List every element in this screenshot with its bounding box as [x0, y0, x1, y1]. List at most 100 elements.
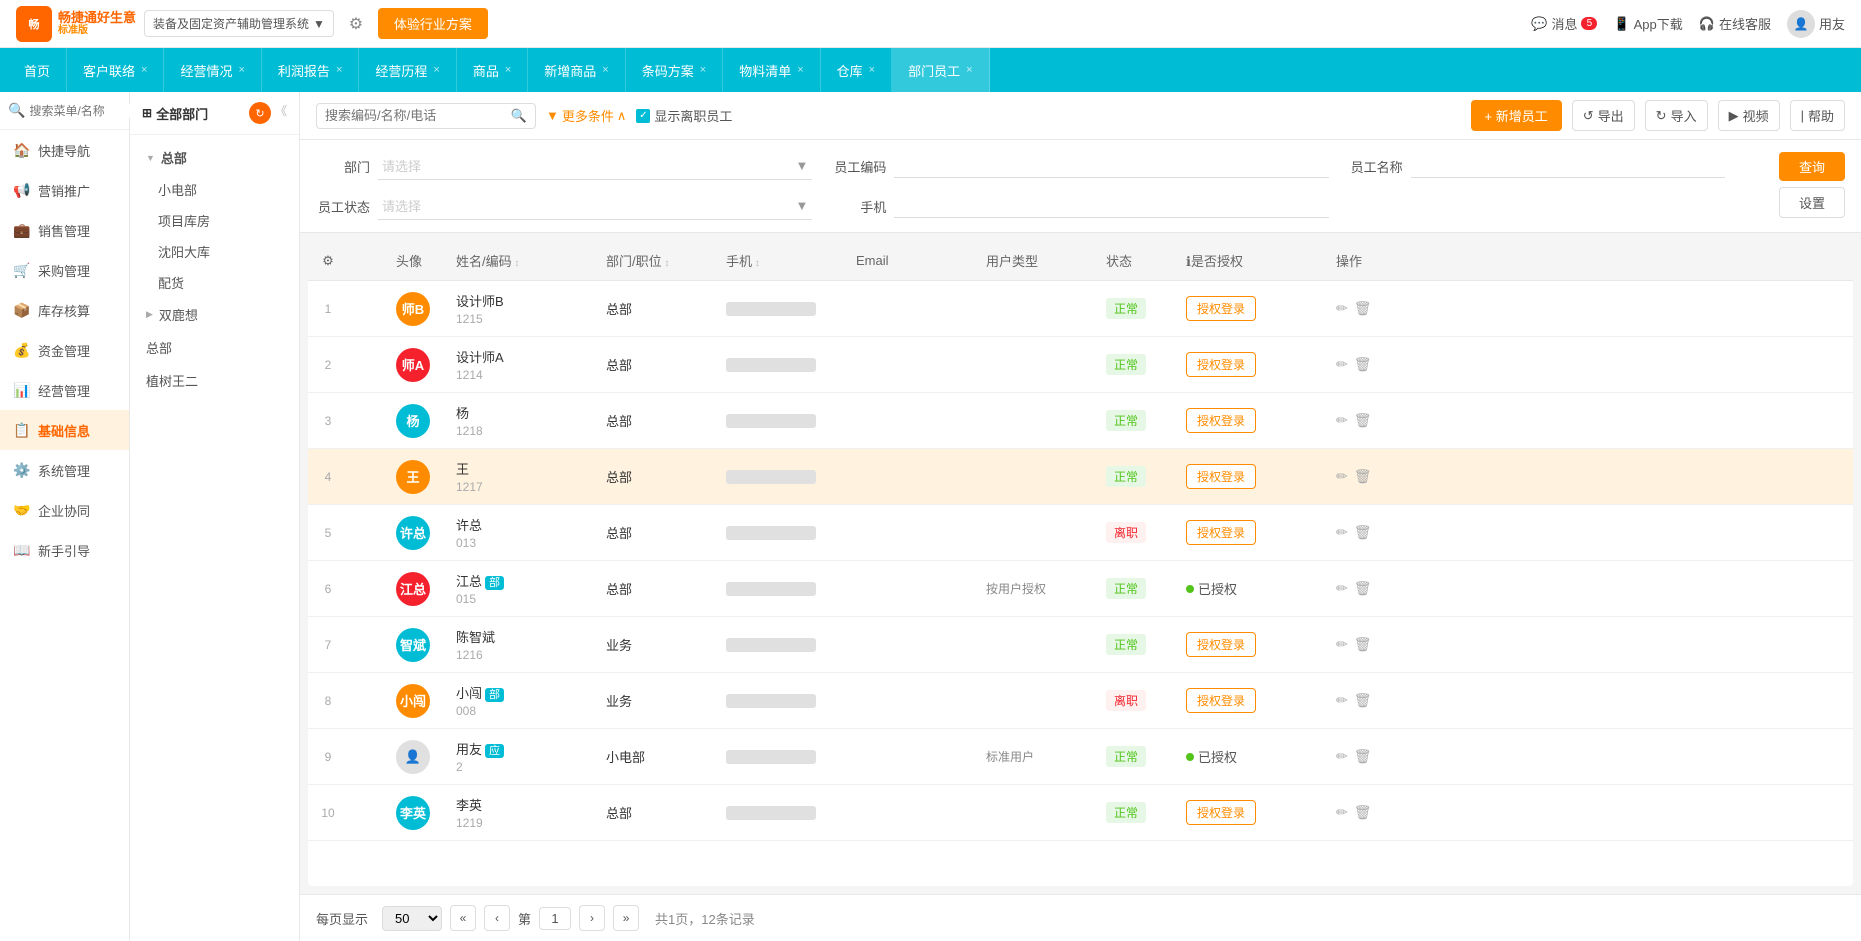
delete-btn[interactable]: 🗑 [1354, 412, 1372, 429]
dept-child-project[interactable]: 项目库房 [130, 205, 299, 236]
edit-btn[interactable]: ✏ [1336, 748, 1348, 765]
sidebar-item-guide[interactable]: 📖 新手引导 [0, 530, 129, 570]
edit-btn[interactable]: ✏ [1336, 804, 1348, 821]
col-phone[interactable]: 手机 [718, 241, 848, 281]
sidebar-item-operations[interactable]: 📊 经营管理 [0, 370, 129, 410]
edit-btn[interactable]: ✏ [1336, 636, 1348, 653]
sidebar-item-quick-nav[interactable]: 🏠 快捷导航 [0, 130, 129, 170]
sidebar-item-inventory[interactable]: 📦 库存核算 [0, 290, 129, 330]
tab-new-goods[interactable]: 新增商品× [528, 48, 625, 92]
edit-btn[interactable]: ✏ [1336, 356, 1348, 373]
dept-node-shuanglu[interactable]: 双鹿想 [130, 298, 299, 331]
import-button[interactable]: ↻ 导入 [1645, 100, 1708, 131]
tab-bom[interactable]: 物料清单× [723, 48, 820, 92]
per-page-select[interactable]: 50 20 100 [382, 906, 442, 931]
trial-button[interactable]: 体验行业方案 [378, 8, 488, 39]
dept-collapse-btn[interactable]: 《 [275, 102, 287, 124]
delete-btn[interactable]: 🗑 [1354, 804, 1372, 821]
tab-close-icon[interactable]: × [869, 64, 875, 76]
dept-node-zhishu[interactable]: 植树王二 [130, 364, 299, 397]
sidebar-item-collab[interactable]: 🤝 企业协同 [0, 490, 129, 530]
tab-customer[interactable]: 客户联络× [67, 48, 164, 92]
sidebar-item-sales[interactable]: 💼 销售管理 [0, 210, 129, 250]
search-input[interactable] [325, 108, 507, 123]
dept-child-peihuo[interactable]: 配货 [130, 267, 299, 298]
delete-btn[interactable]: 🗑 [1354, 356, 1372, 373]
auth-login-btn[interactable]: 授权登录 [1186, 800, 1256, 825]
dept-node-head2[interactable]: 总部 [130, 331, 299, 364]
export-button[interactable]: ↺ 导出 [1572, 100, 1635, 131]
tab-close-icon[interactable]: × [700, 64, 706, 76]
edit-btn[interactable]: ✏ [1336, 468, 1348, 485]
edit-btn[interactable]: ✏ [1336, 412, 1348, 429]
message-btn[interactable]: 💬 消息 5 [1531, 14, 1597, 33]
phone-input[interactable] [894, 194, 1328, 218]
delete-btn[interactable]: 🗑 [1354, 748, 1372, 765]
auth-login-btn[interactable]: 授权登录 [1186, 296, 1256, 321]
prev-page-btn[interactable]: ‹ [484, 905, 510, 931]
tab-close-icon[interactable]: × [966, 64, 972, 76]
app-download-btn[interactable]: 📱 App下载 [1613, 14, 1682, 33]
system-selector[interactable]: 装备及固定资产辅助管理系统 ▼ [144, 10, 334, 37]
auth-login-btn[interactable]: 授权登录 [1186, 632, 1256, 657]
tab-employees[interactable]: 部门员工× [892, 48, 989, 92]
tab-close-icon[interactable]: × [238, 64, 244, 76]
query-button[interactable]: 查询 [1779, 152, 1845, 181]
delete-btn[interactable]: 🗑 [1354, 636, 1372, 653]
more-filter-btn[interactable]: ▼ 更多条件 ∧ [546, 106, 626, 125]
first-page-btn[interactable]: « [450, 905, 476, 931]
dept-child-xiaodian[interactable]: 小电部 [130, 174, 299, 205]
online-service-btn[interactable]: 🎧 在线客服 [1699, 14, 1771, 33]
sidebar-item-marketing[interactable]: 📢 营销推广 [0, 170, 129, 210]
emp-code-input[interactable] [894, 154, 1328, 178]
tab-close-icon[interactable]: × [505, 64, 511, 76]
current-page[interactable]: 1 [539, 907, 571, 930]
user-area[interactable]: 👤 用友 [1787, 10, 1845, 38]
add-employee-button[interactable]: + 新增员工 [1471, 100, 1562, 131]
status-select[interactable]: 请选择 ▼ [378, 192, 812, 220]
dept-select[interactable]: 请选择 ▼ [378, 152, 812, 180]
sidebar-item-basic-info[interactable]: 📋 基础信息 [0, 410, 129, 450]
next-page-btn[interactable]: › [579, 905, 605, 931]
last-page-btn[interactable]: » [613, 905, 639, 931]
edit-btn[interactable]: ✏ [1336, 524, 1348, 541]
tab-warehouse[interactable]: 仓库× [821, 48, 892, 92]
sidebar-item-system[interactable]: ⚙️ 系统管理 [0, 450, 129, 490]
tab-goods[interactable]: 商品× [457, 48, 528, 92]
dept-refresh-btn[interactable]: ↻ [249, 102, 271, 124]
dept-node-head[interactable]: 总部 [130, 141, 299, 174]
tab-history[interactable]: 经营历程× [359, 48, 456, 92]
tab-barcode[interactable]: 条码方案× [626, 48, 723, 92]
tab-close-icon[interactable]: × [797, 64, 803, 76]
dept-child-shenyang[interactable]: 沈阳大库 [130, 236, 299, 267]
col-settings[interactable]: ⚙ [308, 241, 348, 281]
col-dept[interactable]: 部门/职位 [598, 241, 718, 281]
auth-login-btn[interactable]: 授权登录 [1186, 464, 1256, 489]
auth-login-btn[interactable]: 授权登录 [1186, 520, 1256, 545]
tab-business[interactable]: 经营情况× [164, 48, 261, 92]
edit-btn[interactable]: ✏ [1336, 300, 1348, 317]
show-resigned-toggle[interactable]: ✓ 显示离职员工 [636, 106, 732, 125]
sidebar-item-purchase[interactable]: 🛒 采购管理 [0, 250, 129, 290]
sidebar-item-finance[interactable]: 💰 资金管理 [0, 330, 129, 370]
settings-button[interactable]: 设置 [1779, 187, 1845, 218]
tab-profit[interactable]: 利润报告× [262, 48, 359, 92]
delete-btn[interactable]: 🗑 [1354, 524, 1372, 541]
delete-btn[interactable]: 🗑 [1354, 692, 1372, 709]
delete-btn[interactable]: 🗑 [1354, 468, 1372, 485]
auth-login-btn[interactable]: 授权登录 [1186, 352, 1256, 377]
col-name[interactable]: 姓名/编码 [448, 241, 598, 281]
settings-icon[interactable]: ⚙ [342, 10, 370, 38]
edit-btn[interactable]: ✏ [1336, 580, 1348, 597]
help-button[interactable]: | 帮助 [1790, 100, 1845, 131]
delete-btn[interactable]: 🗑 [1354, 580, 1372, 597]
delete-btn[interactable]: 🗑 [1354, 300, 1372, 317]
tab-home[interactable]: 首页 [8, 48, 67, 92]
tab-close-icon[interactable]: × [433, 64, 439, 76]
tab-close-icon[interactable]: × [336, 64, 342, 76]
emp-name-input[interactable] [1411, 154, 1725, 178]
edit-btn[interactable]: ✏ [1336, 692, 1348, 709]
dept-all-label[interactable]: ⊞ 全部部门 [142, 104, 208, 123]
tab-close-icon[interactable]: × [141, 64, 147, 76]
view-button[interactable]: ▶ 视频 [1718, 100, 1780, 131]
